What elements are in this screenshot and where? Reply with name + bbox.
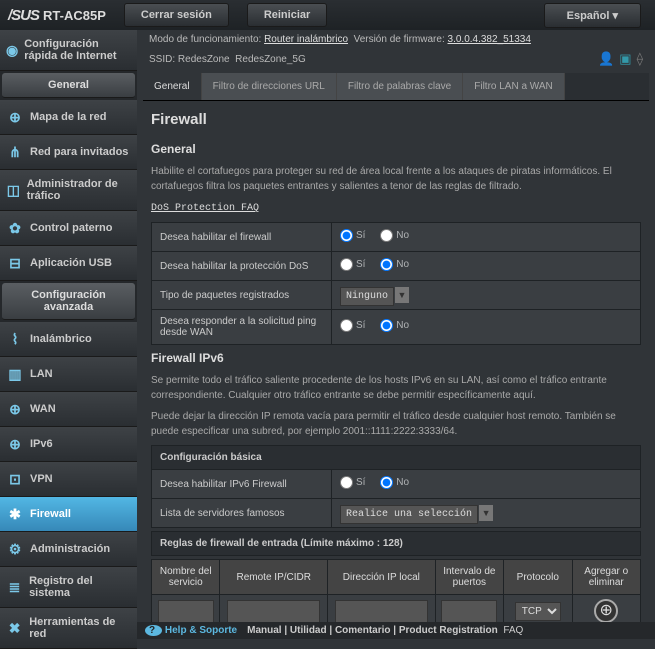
wifi-icon: ⌇ [6, 330, 24, 348]
sidebar-item-wan[interactable]: ⊕WAN [0, 392, 137, 427]
ping-no[interactable]: No [380, 319, 409, 332]
ssid2-link[interactable]: RedesZone_5G [235, 54, 306, 65]
sidebar-item-network-map[interactable]: ⊕Mapa de la red [0, 100, 137, 135]
sidebar-item-traffic[interactable]: ◫Administrador de tráfico [0, 170, 137, 211]
traffic-icon: ◫ [6, 181, 21, 199]
firewall-icon: ✱ [6, 505, 24, 523]
map-icon: ⊕ [6, 108, 24, 126]
section-general: General [151, 142, 641, 156]
tab-lan-wan-filter[interactable]: Filtro LAN a WAN [463, 73, 565, 100]
chevron-down-icon[interactable]: ▼ [395, 287, 409, 303]
sidebar-item-guest[interactable]: ⋔Red para invitados [0, 135, 137, 170]
dos-faq-link[interactable]: DoS Protection FAQ [151, 203, 259, 214]
mode-link[interactable]: Router inalámbrico [264, 34, 348, 45]
rule-protocol-select[interactable]: TCP [515, 602, 561, 621]
sidebar-group-general: General [2, 73, 135, 98]
sidebar-item-lan[interactable]: ▥LAN [0, 357, 137, 392]
basic-config-table: Configuración básica Desea habilitar IPv… [151, 445, 641, 528]
rule-service-input[interactable] [158, 600, 214, 623]
add-rule-button[interactable]: ⊕ [594, 599, 618, 623]
sidebar-item-firewall[interactable]: ✱Firewall [0, 497, 137, 532]
logout-button[interactable]: Cerrar sesión [124, 3, 229, 27]
header-bar: /SUS RT-AC85P Cerrar sesión Reiniciar Es… [0, 0, 655, 30]
language-select[interactable]: Español [544, 3, 641, 28]
status-icon-1[interactable]: 👤 [598, 51, 614, 66]
ipv6-desc1: Se permite todo el tráfico saliente proc… [151, 373, 641, 403]
general-table: Desea habilitar el firewall Sí No Desea … [151, 222, 641, 345]
page-title: Firewall [151, 111, 641, 128]
tab-bar: General Filtro de direcciones URL Filtro… [143, 73, 649, 101]
guest-icon: ⋔ [6, 143, 24, 161]
tab-keyword-filter[interactable]: Filtro de palabras clave [337, 73, 463, 100]
admin-icon: ⚙ [6, 540, 24, 558]
status-icon-2[interactable]: ▣ [619, 51, 631, 66]
rules-title: Reglas de firewall de entrada (Límite má… [152, 532, 641, 556]
chevron-down-icon[interactable]: ▼ [479, 505, 493, 521]
status-icon-3[interactable]: ⟠ [637, 51, 643, 66]
content-area: Modo de funcionamiento: Router inalámbri… [137, 30, 655, 639]
sidebar-item-wireless[interactable]: ⌇Inalámbrico [0, 322, 137, 357]
basic-config-header: Configuración básica [152, 446, 641, 470]
sidebar-item-ipv6[interactable]: ⊕IPv6 [0, 427, 137, 462]
help-link[interactable]: Help & Soporte [145, 625, 237, 636]
sidebar-item-admin[interactable]: ⚙Administración [0, 532, 137, 567]
general-desc: Habilite el cortafuegos para proteger su… [151, 164, 641, 194]
footer-faq[interactable]: FAQ [503, 625, 523, 636]
footer-links[interactable]: Manual | Utilidad | Comentario | Product… [247, 625, 498, 636]
section-ipv6: Firewall IPv6 [151, 351, 641, 365]
sidebar-item-syslog[interactable]: ≣Registro del sistema [0, 567, 137, 608]
enable-dos-yes[interactable]: Sí [340, 258, 365, 271]
ssid1-link[interactable]: RedesZone [178, 54, 230, 65]
tab-url-filter[interactable]: Filtro de direcciones URL [202, 73, 337, 100]
usb-icon: ⊟ [6, 254, 24, 272]
ipv6-icon: ⊕ [6, 435, 24, 453]
tools-icon: ✖ [6, 619, 23, 637]
brand-logo: /SUS [8, 7, 39, 24]
globe-icon: ◉ [6, 41, 18, 59]
wan-icon: ⊕ [6, 400, 24, 418]
rules-header-table: Reglas de firewall de entrada (Límite má… [151, 531, 641, 556]
log-icon: ≣ [6, 578, 23, 596]
famous-servers-select[interactable]: Realice una selección [340, 505, 478, 524]
tab-general[interactable]: General [143, 73, 202, 100]
enable-fw-no[interactable]: No [380, 229, 409, 242]
ipv6-fw-no[interactable]: No [380, 476, 409, 489]
model-name: RT-AC85P [43, 8, 106, 23]
enable-fw-yes[interactable]: Sí [340, 229, 365, 242]
sidebar-group-advanced: Configuración avanzada [2, 283, 135, 320]
enable-dos-no[interactable]: No [380, 258, 409, 271]
rule-ports-input[interactable] [441, 600, 497, 623]
ipv6-desc2: Puede dejar la dirección IP remota vacía… [151, 409, 641, 439]
sidebar-item-tools[interactable]: ✖Herramientas de red [0, 608, 137, 649]
lan-icon: ▥ [6, 365, 24, 383]
vpn-icon: ⊡ [6, 470, 24, 488]
rule-remote-input[interactable] [227, 600, 320, 623]
parental-icon: ✿ [6, 219, 24, 237]
info-bar: Modo de funcionamiento: Router inalámbri… [143, 30, 649, 49]
packet-type-select[interactable]: Ninguno [340, 287, 394, 306]
ssid-bar: SSID: RedesZone RedesZone_5G 👤▣⟠ [143, 49, 649, 73]
sidebar-item-usb[interactable]: ⊟Aplicación USB [0, 246, 137, 281]
rule-local-input[interactable] [335, 600, 428, 623]
sidebar-quick-setup[interactable]: ◉Configuración rápida de Internet [0, 30, 137, 71]
footer-bar: Help & Soporte Manual | Utilidad | Comen… [137, 622, 655, 639]
reboot-button[interactable]: Reiniciar [247, 3, 327, 27]
ping-yes[interactable]: Sí [340, 319, 365, 332]
sidebar: ◉Configuración rápida de Internet Genera… [0, 30, 137, 639]
firmware-link[interactable]: 3.0.0.4.382_51334 [448, 34, 531, 45]
sidebar-item-parental[interactable]: ✿Control paterno [0, 211, 137, 246]
ipv6-fw-yes[interactable]: Sí [340, 476, 365, 489]
sidebar-item-vpn[interactable]: ⊡VPN [0, 462, 137, 497]
